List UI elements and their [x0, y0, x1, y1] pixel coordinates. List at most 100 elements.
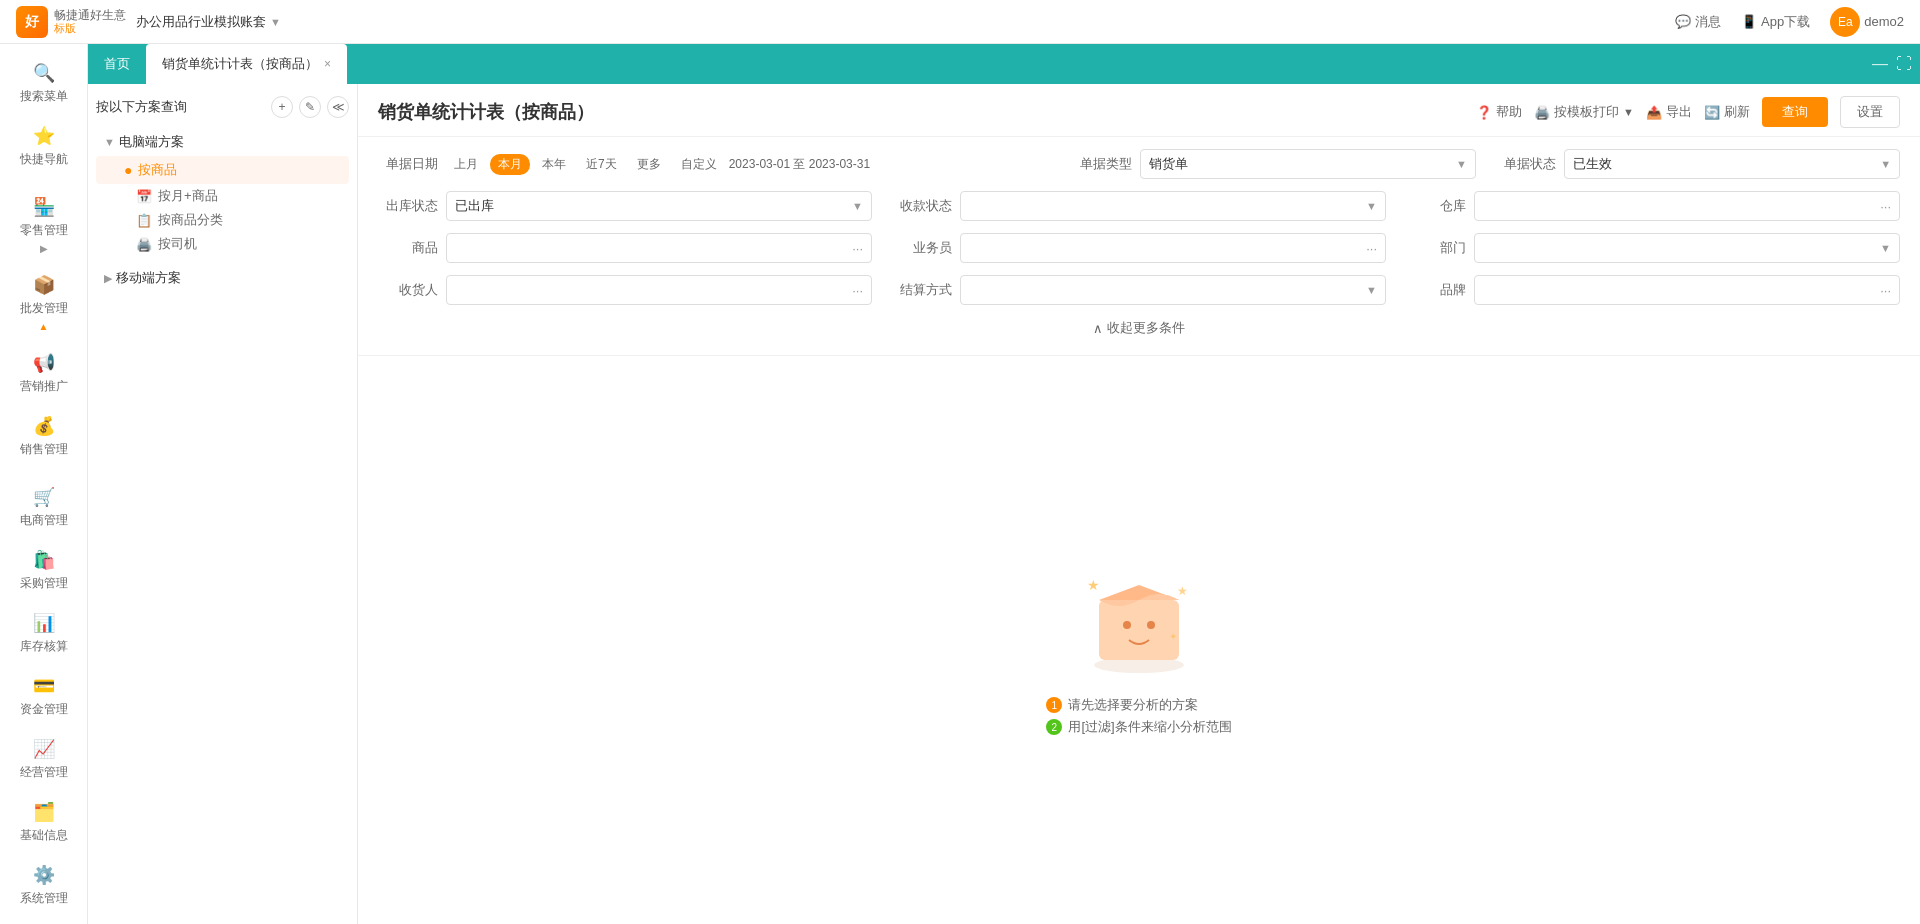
export-icon: 📤 — [1646, 105, 1662, 120]
department-input[interactable]: ▼ — [1474, 233, 1900, 263]
date-tab-7days[interactable]: 近7天 — [578, 154, 625, 175]
message-button[interactable]: 💬 消息 — [1675, 13, 1721, 31]
wholesale-icon: 📦 — [33, 274, 55, 296]
sidebar-item-purchase[interactable]: 🛍️ 采购管理 — [0, 539, 87, 602]
star-icon: ⭐ — [33, 125, 55, 147]
scheme-by-goods-category[interactable]: 📋 按商品分类 — [96, 208, 349, 232]
sidebar-item-basic[interactable]: 🗂️ 基础信息 — [0, 791, 87, 854]
print-button[interactable]: 🖨️ 按模板打印 ▼ — [1534, 103, 1634, 121]
warehouse-input[interactable]: ··· — [1474, 191, 1900, 221]
collapse-conditions-button[interactable]: ∧ 收起更多条件 — [378, 313, 1900, 343]
scheme-by-month-goods[interactable]: 📅 按月+商品 — [96, 184, 349, 208]
svg-text:★: ★ — [1177, 584, 1188, 598]
date-label: 单据日期 — [378, 155, 438, 173]
empty-svg: ★ ★ ✦ — [1069, 540, 1209, 680]
receiver-input[interactable]: ··· — [446, 275, 872, 305]
logo-text: 畅捷通好生意 标版 — [54, 8, 126, 36]
phone-icon: 📱 — [1741, 14, 1757, 29]
svg-text:✦: ✦ — [1169, 631, 1177, 642]
help-button[interactable]: ❓ 帮助 — [1476, 103, 1522, 121]
brand-dots[interactable]: ··· — [1880, 283, 1891, 298]
brand-input[interactable]: ··· — [1474, 275, 1900, 305]
chevron-right-icon: ▶ — [40, 243, 48, 254]
payment-method-input[interactable]: ▼ — [960, 275, 1386, 305]
export-button[interactable]: 📤 导出 — [1646, 103, 1692, 121]
sidebar-item-system[interactable]: ⚙️ 系统管理 — [0, 854, 87, 917]
refresh-icon: 🔄 — [1704, 105, 1720, 120]
settings-button[interactable]: 设置 — [1840, 96, 1900, 128]
retail-icon: 🏪 — [33, 196, 55, 218]
single-type-input[interactable]: 销货单 ▼ — [1140, 149, 1476, 179]
refresh-button[interactable]: 🔄 刷新 — [1704, 103, 1750, 121]
tab-home[interactable]: 首页 — [88, 44, 146, 84]
salesperson-label: 业务员 — [892, 239, 952, 257]
date-tab-more[interactable]: 更多 — [629, 154, 669, 175]
salesperson-dots[interactable]: ··· — [1366, 241, 1377, 256]
sidebar-item-cooperation[interactable]: 🤝 企业协同 — [0, 917, 87, 924]
mobile-group[interactable]: ▶ 移动端方案 — [96, 264, 349, 292]
receiver-dots[interactable]: ··· — [852, 283, 863, 298]
filter-panel-actions: + ✎ ≪ — [271, 96, 349, 118]
collect-status-field: 收款状态 ▼ — [892, 191, 1386, 221]
message-icon: 💬 — [1675, 14, 1691, 29]
sidebar-item-inventory[interactable]: 📊 库存核算 — [0, 602, 87, 665]
svg-text:★: ★ — [1087, 577, 1100, 593]
collect-status-dropdown-icon: ▼ — [1366, 200, 1377, 212]
empty-tip-1: 1 请先选择要分析的方案 — [1046, 696, 1231, 714]
out-status-label: 出库状态 — [378, 197, 438, 215]
driver-icon: 🖨️ — [136, 237, 152, 252]
sidebar-item-marketing[interactable]: 📢 营销推广 — [0, 342, 87, 405]
department-dropdown-icon: ▼ — [1880, 242, 1891, 254]
goods-label: 商品 — [378, 239, 438, 257]
desktop-group[interactable]: ▼ 电脑端方案 — [96, 128, 349, 156]
edit-scheme-button[interactable]: ✎ — [299, 96, 321, 118]
inventory-icon: 📊 — [33, 612, 55, 634]
tab-active[interactable]: 销货单统计计表（按商品） × — [146, 44, 347, 84]
sidebar-item-search[interactable]: 🔍 搜索菜单 — [0, 52, 87, 115]
date-tab-custom[interactable]: 自定义 — [673, 154, 725, 175]
minimize-icon[interactable]: — — [1872, 55, 1888, 73]
salesperson-input[interactable]: ··· — [960, 233, 1386, 263]
sidebar-item-finance[interactable]: 💳 资金管理 — [0, 665, 87, 728]
sidebar-item-retail[interactable]: 🏪 零售管理 ▶ — [0, 186, 87, 264]
sidebar-item-operation[interactable]: 📈 经营管理 — [0, 728, 87, 791]
collect-status-input[interactable]: ▼ — [960, 191, 1386, 221]
add-scheme-button[interactable]: + — [271, 96, 293, 118]
scheme-by-driver[interactable]: 🖨️ 按司机 — [96, 232, 349, 256]
date-tab-last-month[interactable]: 上月 — [446, 154, 486, 175]
sidebar-item-sales[interactable]: 💰 销售管理 — [0, 405, 87, 468]
filter-form: 单据日期 上月 本月 本年 近7天 更多 自定义 2023-03-01 至 20… — [358, 137, 1920, 356]
basic-icon: 🗂️ — [33, 801, 55, 823]
collapse-panel-button[interactable]: ≪ — [327, 96, 349, 118]
workspace-selector[interactable]: 办公用品行业模拟账套 ▼ — [136, 13, 281, 31]
sidebar-item-wholesale[interactable]: 📦 批发管理 ▲ — [0, 264, 87, 342]
warehouse-dots[interactable]: ··· — [1880, 199, 1891, 214]
page-header-actions: ❓ 帮助 🖨️ 按模板打印 ▼ 📤 导出 � — [1476, 96, 1900, 128]
date-tab-this-month[interactable]: 本月 — [490, 154, 530, 175]
maximize-icon[interactable]: ⛶ — [1896, 55, 1912, 73]
user-profile[interactable]: Ea demo2 — [1830, 7, 1904, 37]
single-type-dropdown-icon: ▼ — [1456, 158, 1467, 170]
top-bar-right: 💬 消息 📱 App下载 Ea demo2 — [1675, 7, 1904, 37]
tab-window-buttons: — ⛶ — [1872, 55, 1920, 73]
empty-state: ★ ★ ✦ 1 请先选择要分析的方案 2 用[过滤]条件来缩小分析范围 — [358, 356, 1920, 924]
tab-close-icon[interactable]: × — [324, 57, 331, 71]
scheme-by-goods[interactable]: ● 按商品 — [96, 156, 349, 184]
app-download-button[interactable]: 📱 App下载 — [1741, 13, 1810, 31]
sidebar-item-quicknav[interactable]: ⭐ 快捷导航 — [0, 115, 87, 178]
out-status-input[interactable]: 已出库 ▼ — [446, 191, 872, 221]
brand-label: 品牌 — [1406, 281, 1466, 299]
content-area: 首页 销货单统计计表（按商品） × — ⛶ 按以下方案查询 + ✎ ≪ — [88, 44, 1920, 924]
filter-panel: 按以下方案查询 + ✎ ≪ ▼ 电脑端方案 ● 按商品 — [88, 84, 358, 924]
goods-input[interactable]: ··· — [446, 233, 872, 263]
date-tab-this-year[interactable]: 本年 — [534, 154, 574, 175]
sidebar-item-ecommerce[interactable]: 🛒 电商管理 — [0, 476, 87, 539]
collapse-arrow-mobile-icon: ▶ — [104, 272, 112, 285]
top-bar-left: 好 畅捷通好生意 标版 办公用品行业模拟账套 ▼ — [16, 6, 281, 38]
filter-row-1: 单据日期 上月 本月 本年 近7天 更多 自定义 2023-03-01 至 20… — [378, 149, 1900, 179]
out-status-dropdown-icon: ▼ — [852, 200, 863, 212]
goods-dots[interactable]: ··· — [852, 241, 863, 256]
single-status-input[interactable]: 已生效 ▼ — [1564, 149, 1900, 179]
query-button[interactable]: 查询 — [1762, 97, 1828, 127]
avatar: Ea — [1830, 7, 1860, 37]
